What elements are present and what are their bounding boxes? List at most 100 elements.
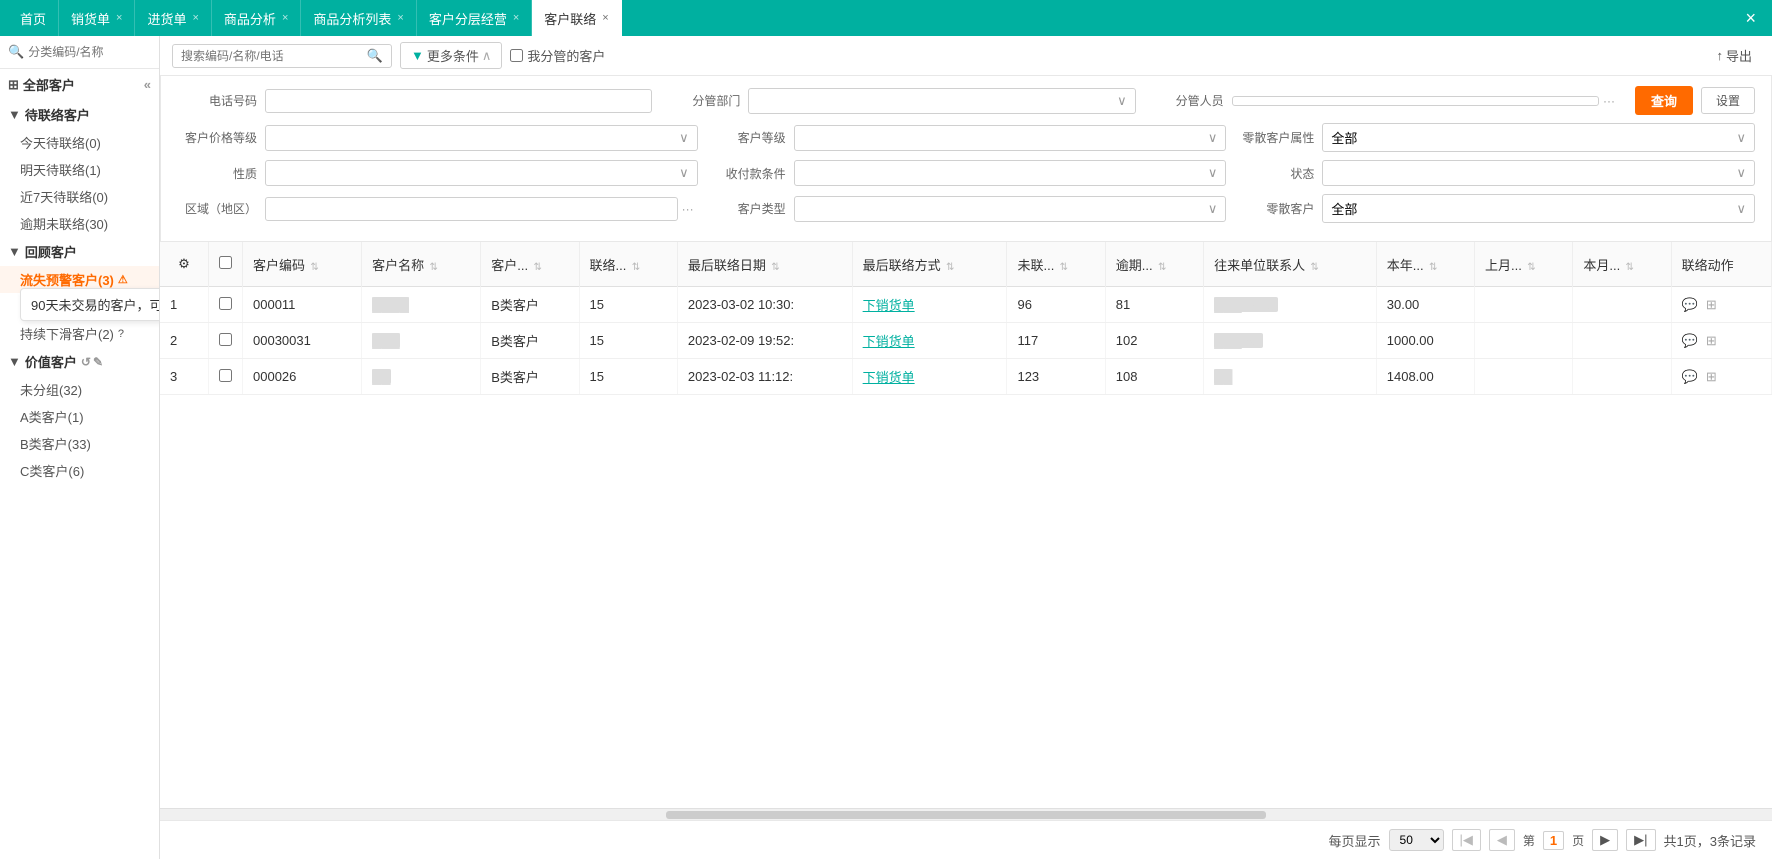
tab-sales[interactable]: 销货单 × — [59, 0, 135, 36]
refresh-icon[interactable]: ↺ — [81, 355, 91, 369]
col-code[interactable]: 客户编码 ⇅ — [243, 242, 362, 287]
more-filter-btn[interactable]: ▼ 更多条件 ∧ — [400, 42, 502, 69]
sidebar-all-customers[interactable]: ⊞ 全部客户 « — [0, 69, 159, 100]
filter-price-level-select[interactable]: ∨ — [265, 125, 698, 151]
close-customer-tier-tab[interactable]: × — [513, 12, 519, 24]
filter-cust-type-select[interactable]: ∨ — [794, 196, 1227, 222]
grid-icon: ⊞ — [8, 77, 19, 93]
col-settings[interactable]: ⚙ — [160, 242, 209, 287]
action-chat-icon[interactable]: 💬 — [1682, 297, 1698, 313]
col-this-year[interactable]: 本年... ⇅ — [1376, 242, 1474, 287]
filter-phone-input[interactable] — [265, 89, 652, 113]
col-no-contact[interactable]: 未联... ⇅ — [1007, 242, 1105, 287]
last-way-link[interactable]: 下销货单 — [863, 298, 915, 313]
search-input[interactable] — [181, 49, 363, 63]
close-sales-tab[interactable]: × — [116, 12, 122, 24]
sidebar-item-week[interactable]: 近7天待联络(0) — [0, 183, 159, 210]
settings-button[interactable]: 设置 — [1701, 87, 1755, 114]
row-checkbox-2[interactable] — [219, 369, 232, 382]
row-last-way[interactable]: 下销货单 — [852, 287, 1007, 323]
sidebar-group-pending[interactable]: ▼ 待联络客户 — [0, 100, 159, 129]
row-unit-contact: ███ 3... — [1204, 323, 1377, 359]
filter-person-select[interactable] — [1232, 96, 1599, 106]
col-last-way[interactable]: 最后联络方式 ⇅ — [852, 242, 1007, 287]
col-level[interactable]: 客户... ⇅ — [481, 242, 579, 287]
sidebar-item-today[interactable]: 今天待联络(0) — [0, 129, 159, 156]
filter-region-more[interactable]: ··· — [678, 202, 698, 216]
filter-zero-cust-select[interactable]: 全部 ∨ — [1322, 194, 1755, 223]
col-unit-contact[interactable]: 往来单位联系人 ⇅ — [1204, 242, 1377, 287]
action-chat-icon[interactable]: 💬 — [1682, 333, 1698, 349]
filter-dept-select[interactable]: ∨ — [748, 88, 1135, 114]
dept-chevron-icon: ∨ — [1117, 93, 1127, 109]
sidebar-item-classA[interactable]: A类客户(1) — [0, 403, 159, 430]
filter-zero-attr-select[interactable]: 全部 ∨ — [1322, 123, 1755, 152]
gear-icon[interactable]: ⚙ — [170, 250, 198, 278]
sidebar-item-unsorted[interactable]: 未分组(32) — [0, 376, 159, 403]
filter-status-select[interactable]: ∨ — [1322, 160, 1755, 186]
col-this-month[interactable]: 本月... ⇅ — [1573, 242, 1671, 287]
select-all-checkbox[interactable] — [219, 256, 232, 269]
edit-icon[interactable]: ✎ — [93, 355, 103, 369]
sidebar-group-lost[interactable]: ▼ 回顾客户 — [0, 237, 159, 266]
col-contact[interactable]: 联络... ⇅ — [579, 242, 677, 287]
filter-cust-level-select[interactable]: ∨ — [794, 125, 1227, 151]
row-checkbox-1[interactable] — [219, 333, 232, 346]
page-size-select[interactable]: 50 100 200 — [1389, 829, 1444, 851]
col-name[interactable]: 客户名称 ⇅ — [362, 242, 481, 287]
row-checkbox-0[interactable] — [219, 297, 232, 310]
filter-payment-select[interactable]: ∨ — [794, 160, 1227, 186]
last-way-link[interactable]: 下销货单 — [863, 334, 915, 349]
sidebar-item-classC[interactable]: C类客户(6) — [0, 457, 159, 484]
row-check[interactable] — [209, 287, 243, 323]
tab-purchase[interactable]: 进货单 × — [135, 0, 211, 36]
filter-nature-select[interactable]: ∨ — [265, 160, 698, 186]
row-check[interactable] — [209, 359, 243, 395]
sidebar-search-input[interactable] — [28, 45, 160, 59]
tab-home[interactable]: 首页 — [8, 0, 59, 36]
col-last-month[interactable]: 上月... ⇅ — [1475, 242, 1573, 287]
tab-analysis[interactable]: 商品分析 × — [212, 0, 301, 36]
action-menu-icon[interactable]: ⊞ — [1706, 297, 1717, 313]
export-button[interactable]: ↑ 导出 — [1708, 43, 1760, 68]
sidebar-item-dropping[interactable]: 持续下滑客户(2) ? — [0, 320, 159, 347]
search-btn-icon[interactable]: 🔍 — [367, 48, 383, 64]
sidebar-item-overdue[interactable]: 逾期未联络(30) — [0, 210, 159, 237]
close-customer-link-tab[interactable]: × — [602, 12, 608, 24]
last-page-btn[interactable]: ▶| — [1626, 829, 1655, 851]
query-button[interactable]: 查询 — [1635, 86, 1693, 115]
close-analysis-tab[interactable]: × — [282, 12, 288, 24]
filter-person-more[interactable]: ··· — [1599, 94, 1619, 108]
next-page-btn[interactable]: ▶ — [1592, 829, 1618, 851]
filter-region-input[interactable] — [265, 197, 678, 221]
filter-zero-cust-label: 零散客户 — [1234, 200, 1314, 217]
tab-analysis-list[interactable]: 商品分析列表 × — [301, 0, 416, 36]
sidebar-item-classB[interactable]: B类客户(33) — [0, 430, 159, 457]
scrollbar-thumb[interactable] — [666, 811, 1266, 819]
col-overdue[interactable]: 逾期... ⇅ — [1105, 242, 1203, 287]
app-close-button[interactable]: × — [1737, 8, 1764, 29]
horizontal-scrollbar[interactable] — [160, 808, 1772, 820]
my-customers-checkbox[interactable] — [510, 49, 523, 62]
tab-customer-tier[interactable]: 客户分层经营 × — [417, 0, 532, 36]
action-menu-icon[interactable]: ⊞ — [1706, 369, 1717, 385]
close-purchase-tab[interactable]: × — [192, 12, 198, 24]
first-page-btn[interactable]: |◀ — [1452, 829, 1481, 851]
action-chat-icon[interactable]: 💬 — [1682, 369, 1698, 385]
filter-phone: 电话号码 — [177, 89, 652, 113]
col-checkbox[interactable] — [209, 242, 243, 287]
last-way-link[interactable]: 下销货单 — [863, 370, 915, 385]
my-customers-filter[interactable]: 我分管的客户 — [510, 46, 605, 65]
tab-customer-link[interactable]: 客户联络 × — [532, 0, 621, 36]
prev-page-btn[interactable]: ◀ — [1489, 829, 1515, 851]
row-last-way[interactable]: 下销货单 — [852, 359, 1007, 395]
close-analysis-list-tab[interactable]: × — [397, 12, 403, 24]
action-menu-icon[interactable]: ⊞ — [1706, 333, 1717, 349]
row-check[interactable] — [209, 323, 243, 359]
sidebar-search-icon: 🔍 — [8, 44, 24, 60]
row-last-way[interactable]: 下销货单 — [852, 323, 1007, 359]
sidebar-item-tomorrow[interactable]: 明天待联络(1) — [0, 156, 159, 183]
sidebar-group-value[interactable]: ▼ 价值客户 ↺ ✎ — [0, 347, 159, 376]
sidebar-value-arrow: ▼ — [8, 354, 21, 369]
col-last-date[interactable]: 最后联络日期 ⇅ — [677, 242, 852, 287]
